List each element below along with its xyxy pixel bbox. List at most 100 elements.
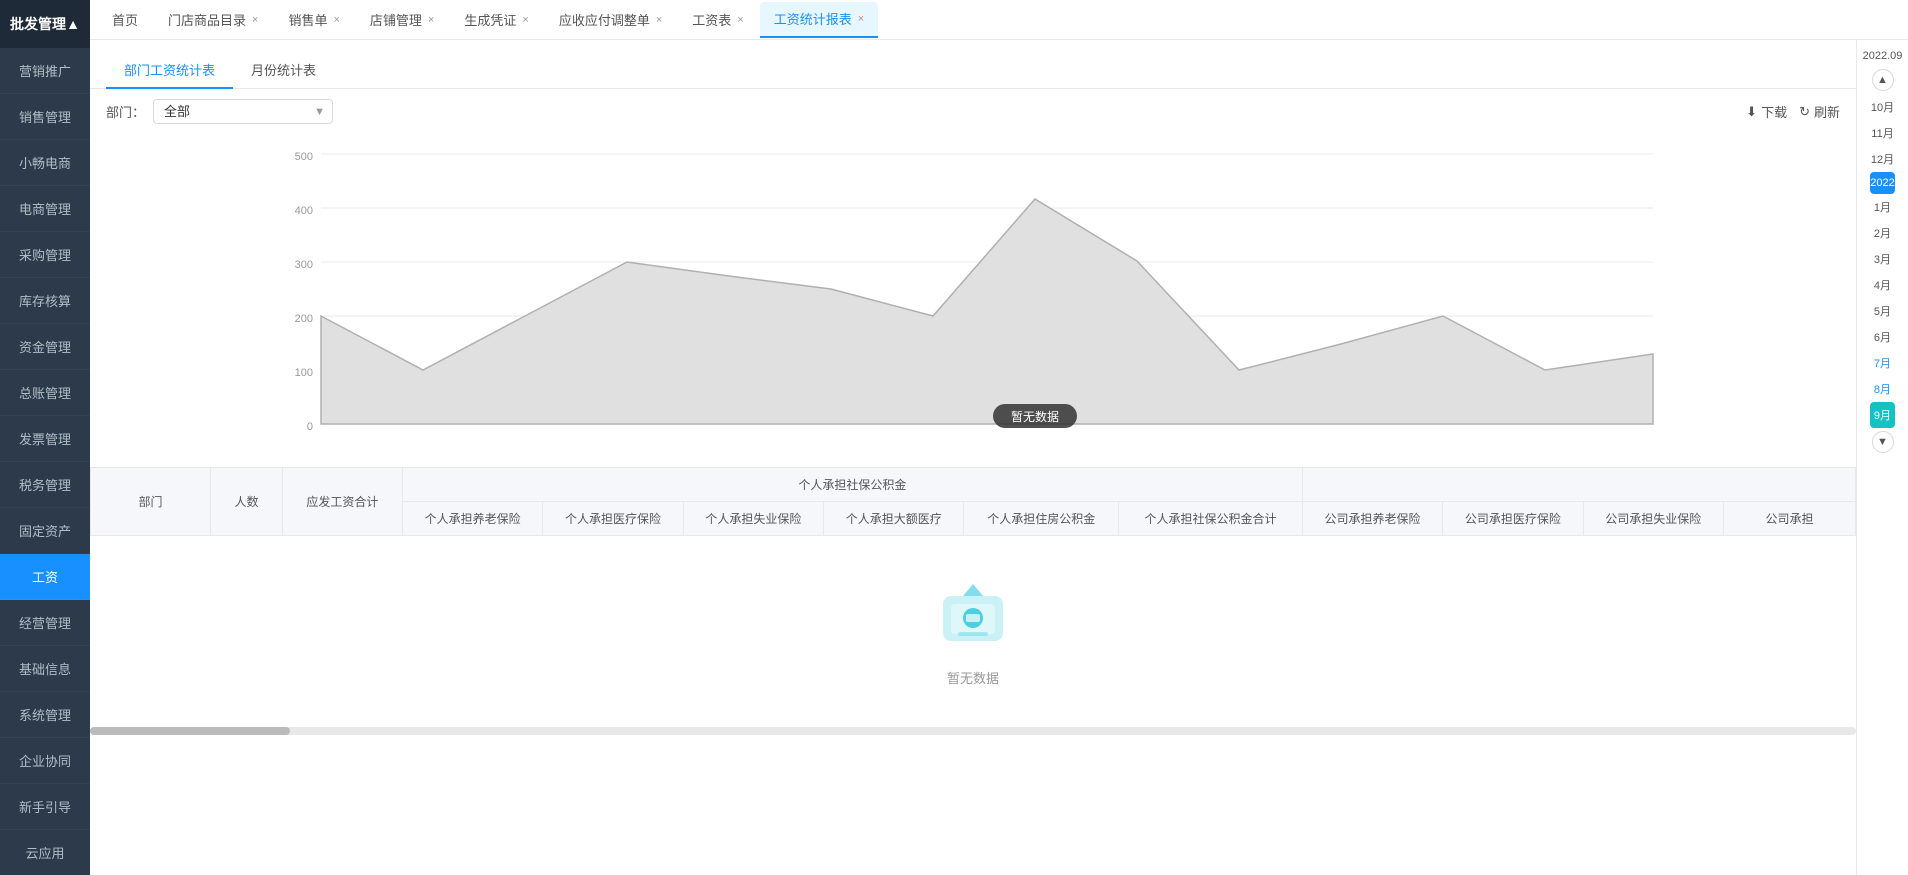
col-header-company-ins: [1302, 468, 1855, 502]
sidebar-title: 批发管理: [10, 14, 66, 34]
col-header-ins4: 个人承担大额医疗: [824, 502, 964, 536]
svg-text:200: 200: [295, 313, 313, 325]
sidebar-item-营销推广[interactable]: 营销推广: [0, 48, 90, 94]
sub-tabs: 部门工资统计表月份统计表: [90, 40, 1856, 89]
empty-text: 暂无数据: [947, 668, 999, 687]
sidebar-item-企业协同[interactable]: 企业协同: [0, 738, 90, 784]
scrollbar-thumb[interactable]: [90, 727, 290, 735]
tab-close-应收应付调整单[interactable]: ×: [656, 14, 662, 26]
time-month-12月[interactable]: 12月: [1870, 146, 1894, 172]
time-month-6月[interactable]: 6月: [1870, 324, 1894, 350]
svg-text:300: 300: [295, 259, 313, 271]
tab-close-店铺管理[interactable]: ×: [428, 14, 434, 26]
toolbar-left: 部门： 全部 ▼: [106, 99, 333, 124]
time-month-5月[interactable]: 5月: [1870, 298, 1894, 324]
sidebar-header[interactable]: 批发管理 ▲: [0, 0, 90, 48]
download-button[interactable]: ⬇ 下载: [1746, 102, 1787, 121]
empty-state: 暂无数据: [90, 536, 1856, 727]
sub-tab-月份统计表[interactable]: 月份统计表: [233, 52, 334, 89]
tab-close-门店商品目录[interactable]: ×: [252, 14, 258, 26]
sidebar-toggle-icon: ▲: [66, 16, 80, 32]
time-panel-year[interactable]: 2022.09: [1857, 46, 1908, 66]
col-header-ins10: 公司承担: [1723, 502, 1855, 536]
time-month-7月[interactable]: 7月: [1870, 350, 1894, 376]
time-nav-down[interactable]: ▼: [1872, 431, 1894, 453]
col-header-dept: 部门: [91, 468, 211, 536]
content-area: 部门工资统计表月份统计表 部门： 全部 ▼ ⬇ 下载: [90, 40, 1908, 875]
tab-close-销售单[interactable]: ×: [333, 14, 339, 26]
sidebar-item-小畅电商[interactable]: 小畅电商: [0, 140, 90, 186]
toolbar: 部门： 全部 ▼ ⬇ 下载 ↻ 刷新: [90, 89, 1856, 134]
time-month-10月[interactable]: 10月: [1870, 94, 1894, 120]
dept-label: 部门：: [106, 102, 145, 121]
sidebar-item-云应用[interactable]: 云应用: [0, 830, 90, 875]
time-nav-up[interactable]: ▲: [1872, 69, 1894, 91]
refresh-icon: ↻: [1799, 104, 1810, 120]
chart-tooltip-text: 暂无数据: [1011, 409, 1059, 424]
horizontal-scrollbar[interactable]: [90, 727, 1856, 735]
col-header-ins8: 公司承担医疗保险: [1443, 502, 1583, 536]
sub-tab-部门工资统计表[interactable]: 部门工资统计表: [106, 52, 233, 89]
tab-工资表[interactable]: 工资表×: [678, 2, 757, 38]
dept-select-wrapper: 全部 ▼: [153, 99, 333, 124]
sidebar-item-工资[interactable]: 工资: [0, 554, 90, 600]
chart-svg: 500 400 300 200 100 0: [106, 144, 1840, 454]
time-month-2022[interactable]: 2022: [1870, 172, 1894, 194]
tab-门店商品目录[interactable]: 门店商品目录×: [154, 2, 272, 38]
time-panel: 2022.09 ▲ 10月11月12月20221月2月3月4月5月6月7月8月9…: [1856, 40, 1908, 875]
tab-close-工资统计报表[interactable]: ×: [858, 13, 864, 25]
col-header-ins3: 个人承担失业保险: [683, 502, 823, 536]
col-header-salary: 应发工资合计: [282, 468, 402, 536]
tab-bar: 首页门店商品目录×销售单×店铺管理×生成凭证×应收应付调整单×工资表×工资统计报…: [90, 0, 1908, 40]
page: 部门工资统计表月份统计表 部门： 全部 ▼ ⬇ 下载: [90, 40, 1856, 875]
col-header-ins6: 个人承担社保公积金合计: [1119, 502, 1303, 536]
sidebar-item-基础信息[interactable]: 基础信息: [0, 646, 90, 692]
svg-text:0: 0: [307, 421, 313, 433]
svg-text:400: 400: [295, 205, 313, 217]
main-area: 首页门店商品目录×销售单×店铺管理×生成凭证×应收应付调整单×工资表×工资统计报…: [90, 0, 1908, 875]
time-month-8月[interactable]: 8月: [1870, 376, 1894, 402]
sidebar-item-税务管理[interactable]: 税务管理: [0, 462, 90, 508]
data-table: 部门 人数 应发工资合计 个人承担社保公积金 个人承担养老保险 个人承担医疗保险…: [90, 467, 1856, 536]
time-month-4月[interactable]: 4月: [1870, 272, 1894, 298]
sidebar-item-发票管理[interactable]: 发票管理: [0, 416, 90, 462]
sidebar-item-系统管理[interactable]: 系统管理: [0, 692, 90, 738]
chart-container: 500 400 300 200 100 0: [90, 134, 1856, 467]
tab-应收应付调整单[interactable]: 应收应付调整单×: [545, 2, 676, 38]
table-area: 部门 人数 应发工资合计 个人承担社保公积金 个人承担养老保险 个人承担医疗保险…: [90, 467, 1856, 735]
col-header-ins5: 个人承担住房公积金: [964, 502, 1119, 536]
time-month-11月[interactable]: 11月: [1870, 120, 1894, 146]
dept-select[interactable]: 全部: [153, 99, 333, 124]
sidebar-item-固定资产[interactable]: 固定资产: [0, 508, 90, 554]
col-header-count: 人数: [210, 468, 282, 536]
sidebar-item-经营管理[interactable]: 经营管理: [0, 600, 90, 646]
col-header-ins9: 公司承担失业保险: [1583, 502, 1723, 536]
sidebar-item-库存核算[interactable]: 库存核算: [0, 278, 90, 324]
time-month-2月[interactable]: 2月: [1870, 220, 1894, 246]
col-header-ins7: 公司承担养老保险: [1302, 502, 1442, 536]
tab-close-生成凭证[interactable]: ×: [522, 14, 528, 26]
time-month-1月[interactable]: 1月: [1870, 194, 1894, 220]
tab-店铺管理[interactable]: 店铺管理×: [356, 2, 448, 38]
tab-生成凭证[interactable]: 生成凭证×: [450, 2, 542, 38]
sidebar-item-资金管理[interactable]: 资金管理: [0, 324, 90, 370]
tab-工资统计报表[interactable]: 工资统计报表×: [760, 2, 878, 38]
sidebar-item-新手引导[interactable]: 新手引导: [0, 784, 90, 830]
sidebar-item-销售管理[interactable]: 销售管理: [0, 94, 90, 140]
time-month-9月[interactable]: 9月: [1870, 402, 1894, 428]
sidebar-item-电商管理[interactable]: 电商管理: [0, 186, 90, 232]
time-month-3月[interactable]: 3月: [1870, 246, 1894, 272]
svg-text:100: 100: [295, 367, 313, 379]
tab-close-工资表[interactable]: ×: [737, 14, 743, 26]
tab-销售单[interactable]: 销售单×: [274, 2, 353, 38]
sidebar-item-采购管理[interactable]: 采购管理: [0, 232, 90, 278]
tab-首页[interactable]: 首页: [98, 2, 152, 38]
col-header-ins1: 个人承担养老保险: [402, 502, 542, 536]
sidebar: 批发管理 ▲ 营销推广销售管理小畅电商电商管理采购管理库存核算资金管理总账管理发…: [0, 0, 90, 875]
sidebar-item-总账管理[interactable]: 总账管理: [0, 370, 90, 416]
empty-icon: [933, 576, 1013, 656]
col-header-ins2: 个人承担医疗保险: [543, 502, 683, 536]
col-header-personal-ins: 个人承担社保公积金: [402, 468, 1302, 502]
toolbar-right: ⬇ 下载 ↻ 刷新: [1746, 102, 1840, 121]
refresh-button[interactable]: ↻ 刷新: [1799, 102, 1840, 121]
